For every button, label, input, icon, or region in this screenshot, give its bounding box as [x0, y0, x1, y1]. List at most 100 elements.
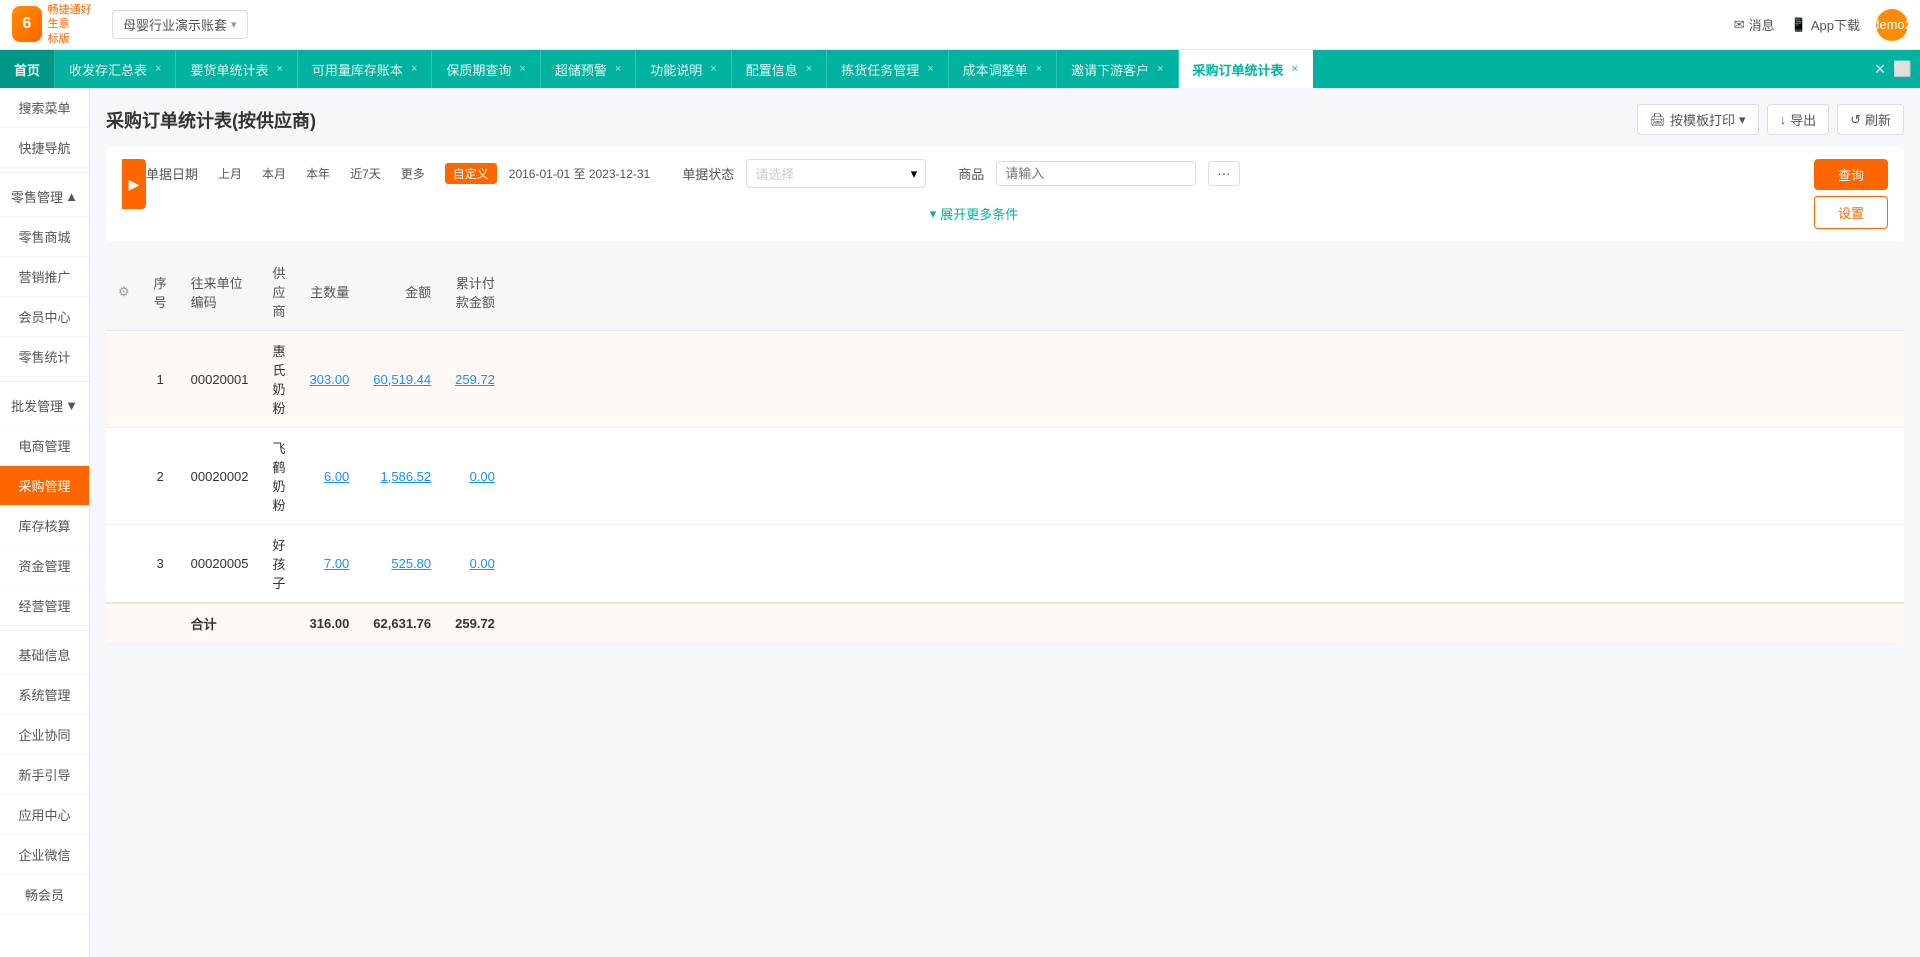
- sidebar-item-purchase[interactable]: 采购管理: [0, 466, 89, 506]
- col-code: 往来单位编码: [179, 253, 261, 331]
- close-icon[interactable]: ×: [927, 63, 933, 75]
- filter-expand-arrow[interactable]: ▶: [122, 159, 146, 209]
- close-icon[interactable]: ×: [411, 63, 417, 75]
- close-icon[interactable]: ×: [1292, 63, 1298, 75]
- sidebar-item-retail[interactable]: 零售管理 ▲: [0, 177, 89, 217]
- user-avatar[interactable]: demo2: [1876, 9, 1908, 41]
- message-button[interactable]: ✉ 消息: [1734, 15, 1775, 34]
- close-icon[interactable]: ×: [1036, 63, 1042, 75]
- close-icon[interactable]: ×: [1157, 63, 1163, 75]
- cell-extra: [507, 331, 1904, 428]
- cell-supplier: 好孩子: [261, 525, 298, 604]
- close-icon[interactable]: ×: [155, 63, 161, 75]
- page-container: 采购订单统计表(按供应商) 🖨 按模板打印 ▾ ↓ 导出 ↺ 刷新: [90, 88, 1920, 957]
- sidebar-item-wholesale[interactable]: 批发管理 ▼: [0, 386, 89, 426]
- sidebar-item-system[interactable]: 系统管理: [0, 675, 89, 715]
- tab-chengben[interactable]: 成本调整单 ×: [949, 50, 1057, 88]
- filter-expand-row: ▾ 展开更多条件: [146, 196, 1802, 223]
- goods-input[interactable]: [996, 161, 1196, 186]
- refresh-button[interactable]: ↺ 刷新: [1837, 104, 1904, 135]
- close-icon[interactable]: ×: [276, 63, 282, 75]
- filter-row: 单据日期 上月 本月 本年 近7天 更多 自定义 2016-01-01 至 20…: [146, 159, 1802, 188]
- tab-keyong[interactable]: 可用量库存账本 ×: [298, 50, 432, 88]
- query-button[interactable]: 查询: [1814, 159, 1888, 190]
- filter-content: 单据日期 上月 本月 本年 近7天 更多 自定义 2016-01-01 至 20…: [146, 159, 1802, 223]
- cell-amount: 1,586.52: [361, 428, 443, 525]
- sidebar-item-retailstat[interactable]: 零售统计: [0, 337, 89, 377]
- shortcut-this-year[interactable]: 本年: [298, 163, 338, 184]
- settings-button[interactable]: 设置: [1814, 196, 1888, 229]
- tab-home[interactable]: 首页: [0, 50, 55, 88]
- table-header-row: ⚙ 序号 往来单位编码 供应商 主数量 金额 累计付款金额: [106, 253, 1904, 331]
- sidebar-item-retailshop[interactable]: 零售商城: [0, 217, 89, 257]
- tab-gongneng[interactable]: 功能说明 ×: [636, 50, 731, 88]
- sidebar-item-basic[interactable]: 基础信息: [0, 635, 89, 675]
- logo-text: 畅捷通好生意 标版: [48, 3, 102, 46]
- sidebar-item-inventory[interactable]: 库存核算: [0, 506, 89, 546]
- close-icon[interactable]: ×: [806, 63, 812, 75]
- content-area: 采购订单统计表(按供应商) 🖨 按模板打印 ▾ ↓ 导出 ↺ 刷新: [90, 88, 1920, 957]
- tab-yaoqing[interactable]: 邀请下游客户 ×: [1057, 50, 1178, 88]
- tab-shoufacun[interactable]: 收发存汇总表 ×: [55, 50, 176, 88]
- cell-settings: [106, 428, 142, 525]
- sidebar-item-finance[interactable]: 资金管理: [0, 546, 89, 586]
- data-table: ⚙ 序号 往来单位编码 供应商 主数量 金额 累计付款金额: [106, 253, 1904, 644]
- cell-quantity: 7.00: [298, 525, 362, 604]
- tab-caigou[interactable]: 采购订单统计表 ×: [1179, 50, 1313, 88]
- footer-extra: [507, 603, 1904, 644]
- sidebar-item-newguide[interactable]: 新手引导: [0, 755, 89, 795]
- shortcut-this-month[interactable]: 本月: [254, 163, 294, 184]
- goods-more-button[interactable]: ···: [1208, 161, 1239, 186]
- expand-more-button[interactable]: ▾ 展开更多条件: [930, 204, 1019, 223]
- cell-paid: 0.00: [443, 428, 507, 525]
- shortcut-last-month[interactable]: 上月: [210, 163, 250, 184]
- sidebar-item-enterprise[interactable]: 企业协同: [0, 715, 89, 755]
- close-tab-icon[interactable]: ×: [1875, 59, 1886, 80]
- close-icon[interactable]: ×: [710, 63, 716, 75]
- footer-num: [142, 603, 179, 644]
- cell-settings: [106, 331, 142, 428]
- tab-peizhi[interactable]: 配置信息 ×: [732, 50, 827, 88]
- close-icon[interactable]: ×: [615, 63, 621, 75]
- date-shortcuts: 上月 本月 本年 近7天 更多: [210, 163, 433, 184]
- gear-icon[interactable]: ⚙: [118, 284, 130, 299]
- status-select[interactable]: 请选择 ▾: [746, 159, 926, 188]
- tab-zhehuo[interactable]: 拣货任务管理 ×: [827, 50, 948, 88]
- cell-quantity: 303.00: [298, 331, 362, 428]
- sidebar-item-quicknav[interactable]: 快捷导航: [0, 128, 89, 168]
- app-download-button[interactable]: 📱 App下载: [1791, 15, 1860, 34]
- custom-date-tag[interactable]: 自定义: [445, 163, 497, 184]
- tab-yaohuo[interactable]: 要货单统计表 ×: [176, 50, 297, 88]
- sidebar-item-business[interactable]: 经营管理: [0, 586, 89, 626]
- page-header: 采购订单统计表(按供应商) 🖨 按模板打印 ▾ ↓ 导出 ↺ 刷新: [106, 104, 1904, 135]
- print-button[interactable]: 🖨 按模板打印 ▾: [1637, 104, 1759, 135]
- filter-area: ▶ 单据日期 上月 本月 本年 近7天 更多 自定义: [106, 147, 1904, 241]
- sidebar-item-search[interactable]: 搜索菜单: [0, 88, 89, 128]
- footer-label: 合计: [179, 603, 261, 644]
- page-header-actions: 🖨 按模板打印 ▾ ↓ 导出 ↺ 刷新: [1637, 104, 1905, 135]
- footer-row: 合计 316.00 62,631.76 259.72: [106, 603, 1904, 644]
- sidebar-item-marketing[interactable]: 营销推广: [0, 257, 89, 297]
- sidebar-item-member[interactable]: 会员中心: [0, 297, 89, 337]
- table-row: 1 00020001 惠氏奶粉 303.00 60,519.44 259.72: [106, 331, 1904, 428]
- col-quantity: 主数量: [298, 253, 362, 331]
- sidebar-item-wechat[interactable]: 企业微信: [0, 835, 89, 875]
- close-icon[interactable]: ×: [519, 63, 525, 75]
- sidebar-item-ecommerce[interactable]: 电商管理: [0, 426, 89, 466]
- workspace-selector[interactable]: 母婴行业演示账套 ▾: [112, 10, 248, 39]
- export-icon: ↓: [1780, 112, 1787, 127]
- chevron-down-icon: ▾: [911, 166, 918, 182]
- col-num: 序号: [142, 253, 179, 331]
- status-label: 单据状态: [682, 164, 734, 183]
- sidebar: 搜索菜单 快捷导航 零售管理 ▲ 零售商城 营销推广 会员中心 零售统计 批发管…: [0, 88, 90, 957]
- sidebar-item-vip[interactable]: 畅会员: [0, 875, 89, 915]
- shortcut-more[interactable]: 更多: [393, 163, 433, 184]
- tab-chaochuyujing[interactable]: 超储预警 ×: [541, 50, 636, 88]
- tab-baozhiqi[interactable]: 保质期查询 ×: [432, 50, 540, 88]
- shortcut-7days[interactable]: 近7天: [342, 163, 389, 184]
- sidebar-item-appcenter[interactable]: 应用中心: [0, 795, 89, 835]
- export-button[interactable]: ↓ 导出: [1767, 104, 1830, 135]
- cell-extra: [507, 428, 1904, 525]
- restore-tab-icon[interactable]: ⬜: [1893, 60, 1912, 78]
- arrow-icon: ▼: [65, 398, 78, 413]
